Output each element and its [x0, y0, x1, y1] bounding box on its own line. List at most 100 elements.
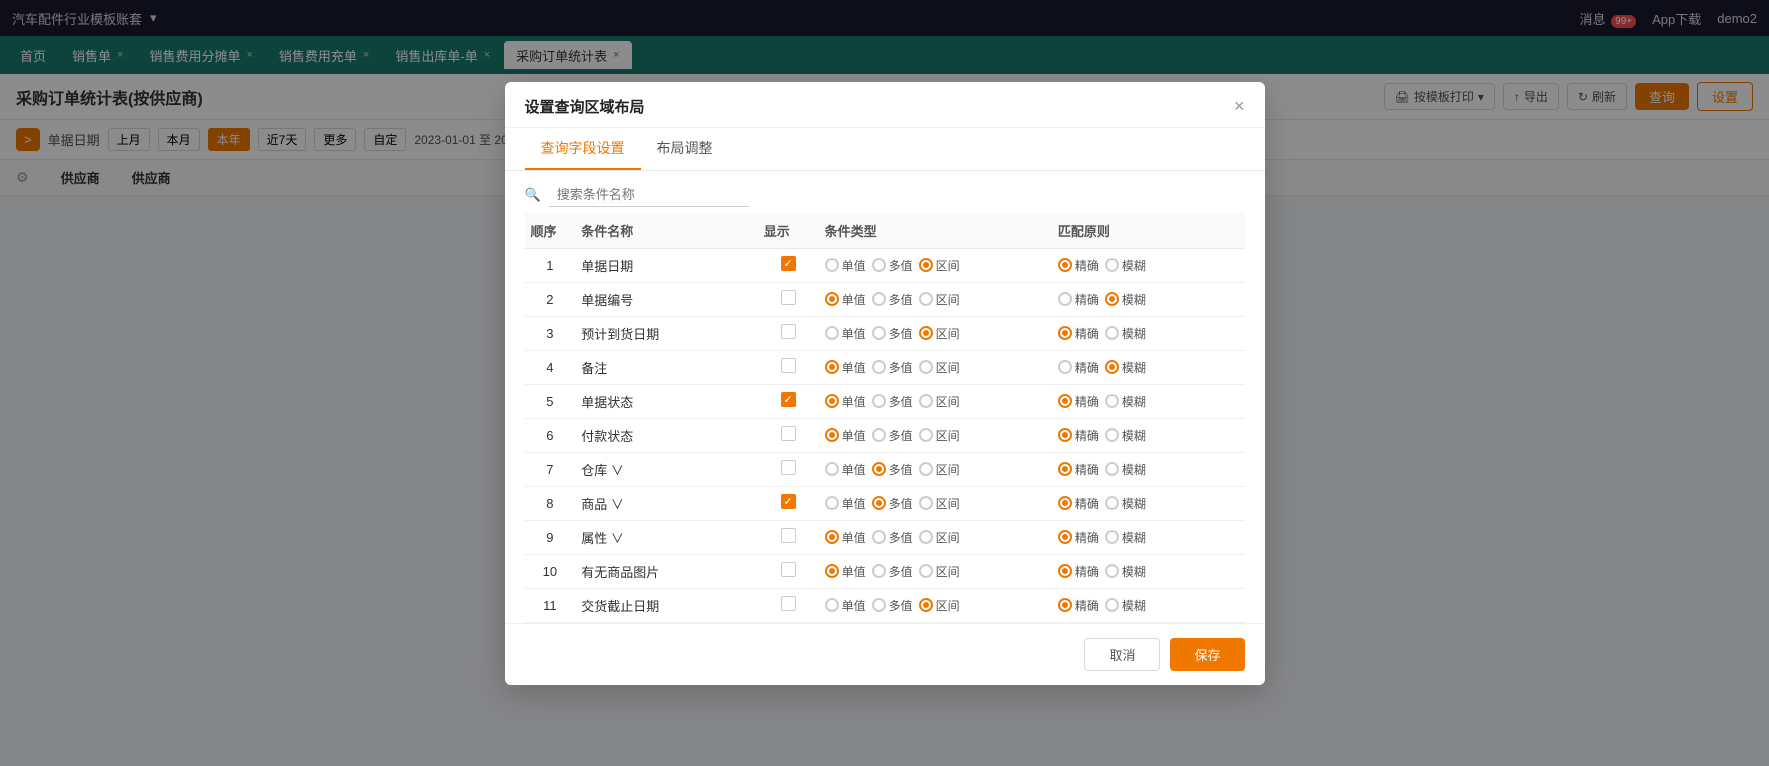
- radio-label-match-模糊-2: 模糊: [1122, 325, 1146, 342]
- row-display-6[interactable]: [758, 453, 819, 482]
- row-display-5[interactable]: [758, 419, 819, 448]
- checkbox-4[interactable]: ✓: [781, 392, 796, 407]
- row-match-10: 精确模糊: [1052, 588, 1245, 622]
- match-option-模糊-5[interactable]: 模糊: [1105, 427, 1146, 444]
- type-option-多值-0[interactable]: 多值: [872, 257, 913, 274]
- col-header-match: 匹配原则: [1052, 213, 1245, 249]
- type-option-单值-4[interactable]: 单值: [825, 393, 866, 410]
- match-option-模糊-9[interactable]: 模糊: [1105, 563, 1146, 580]
- type-option-区间-0[interactable]: 区间: [919, 257, 960, 274]
- type-option-单值-8[interactable]: 单值: [825, 529, 866, 546]
- checkbox-6[interactable]: [781, 460, 796, 475]
- row-display-4[interactable]: ✓: [758, 385, 819, 414]
- type-option-多值-1[interactable]: 多值: [872, 291, 913, 308]
- checkbox-8[interactable]: [781, 528, 796, 543]
- match-option-精确-9[interactable]: 精确: [1058, 563, 1099, 580]
- match-option-模糊-1[interactable]: 模糊: [1105, 291, 1146, 308]
- radio-label-type-单值-10: 单值: [842, 597, 866, 614]
- radio-label-match-模糊-9: 模糊: [1122, 563, 1146, 580]
- match-option-精确-1[interactable]: 精确: [1058, 291, 1099, 308]
- modal-header: 设置查询区域布局 ×: [505, 82, 1265, 128]
- type-option-区间-8[interactable]: 区间: [919, 529, 960, 546]
- checkbox-2[interactable]: [781, 324, 796, 339]
- match-option-模糊-2[interactable]: 模糊: [1105, 325, 1146, 342]
- row-display-2[interactable]: [758, 317, 819, 346]
- row-display-8[interactable]: [758, 521, 819, 550]
- type-option-多值-4[interactable]: 多值: [872, 393, 913, 410]
- match-option-模糊-7[interactable]: 模糊: [1105, 495, 1146, 512]
- type-option-区间-9[interactable]: 区间: [919, 563, 960, 580]
- checkbox-3[interactable]: [781, 358, 796, 373]
- match-option-模糊-6[interactable]: 模糊: [1105, 461, 1146, 478]
- row-name-6: 仓库 ∨: [575, 452, 758, 486]
- checkbox-10[interactable]: [781, 596, 796, 611]
- match-option-精确-10[interactable]: 精确: [1058, 597, 1099, 614]
- checkbox-0[interactable]: ✓: [781, 256, 796, 271]
- type-option-区间-2[interactable]: 区间: [919, 325, 960, 342]
- type-option-多值-8[interactable]: 多值: [872, 529, 913, 546]
- type-option-单值-2[interactable]: 单值: [825, 325, 866, 342]
- type-option-单值-0[interactable]: 单值: [825, 257, 866, 274]
- type-option-多值-7[interactable]: 多值: [872, 495, 913, 512]
- modal-tab-layout[interactable]: 布局调整: [641, 128, 729, 170]
- type-option-单值-1[interactable]: 单值: [825, 291, 866, 308]
- match-option-精确-2[interactable]: 精确: [1058, 325, 1099, 342]
- radio-circle-type-区间-5: [919, 428, 933, 442]
- row-type-9: 单值多值区间: [819, 554, 1052, 588]
- type-option-单值-3[interactable]: 单值: [825, 359, 866, 376]
- type-option-区间-5[interactable]: 区间: [919, 427, 960, 444]
- match-option-模糊-10[interactable]: 模糊: [1105, 597, 1146, 614]
- match-option-模糊-8[interactable]: 模糊: [1105, 529, 1146, 546]
- radio-circle-type-单值-5: [825, 428, 839, 442]
- save-button[interactable]: 保存: [1170, 638, 1244, 671]
- radio-circle-type-单值-2: [825, 326, 839, 340]
- type-option-多值-9[interactable]: 多值: [872, 563, 913, 580]
- row-display-1[interactable]: [758, 283, 819, 312]
- type-option-区间-6[interactable]: 区间: [919, 461, 960, 478]
- type-option-多值-3[interactable]: 多值: [872, 359, 913, 376]
- type-option-单值-9[interactable]: 单值: [825, 563, 866, 580]
- type-option-多值-5[interactable]: 多值: [872, 427, 913, 444]
- type-option-单值-10[interactable]: 单值: [825, 597, 866, 614]
- type-option-多值-6[interactable]: 多值: [872, 461, 913, 478]
- row-display-7[interactable]: ✓: [758, 487, 819, 516]
- modal-close-button[interactable]: ×: [1234, 97, 1245, 115]
- match-option-模糊-4[interactable]: 模糊: [1105, 393, 1146, 410]
- row-display-9[interactable]: [758, 555, 819, 584]
- match-option-精确-4[interactable]: 精确: [1058, 393, 1099, 410]
- checkbox-5[interactable]: [781, 426, 796, 441]
- type-option-区间-10[interactable]: 区间: [919, 597, 960, 614]
- checkbox-9[interactable]: [781, 562, 796, 577]
- type-option-区间-1[interactable]: 区间: [919, 291, 960, 308]
- match-option-精确-7[interactable]: 精确: [1058, 495, 1099, 512]
- radio-label-match-模糊-7: 模糊: [1122, 495, 1146, 512]
- row-display-3[interactable]: [758, 351, 819, 380]
- match-option-精确-8[interactable]: 精确: [1058, 529, 1099, 546]
- match-option-模糊-3[interactable]: 模糊: [1105, 359, 1146, 376]
- row-type-0: 单值多值区间: [819, 248, 1052, 282]
- modal-tab-query-fields[interactable]: 查询字段设置: [525, 128, 641, 170]
- match-option-精确-5[interactable]: 精确: [1058, 427, 1099, 444]
- row-display-0[interactable]: ✓: [758, 249, 819, 278]
- checkbox-7[interactable]: ✓: [781, 494, 796, 509]
- match-option-模糊-0[interactable]: 模糊: [1105, 257, 1146, 274]
- search-input[interactable]: [549, 183, 749, 207]
- row-display-10[interactable]: [758, 589, 819, 618]
- type-option-多值-10[interactable]: 多值: [872, 597, 913, 614]
- type-option-区间-3[interactable]: 区间: [919, 359, 960, 376]
- row-match-0: 精确模糊: [1052, 248, 1245, 282]
- type-option-单值-7[interactable]: 单值: [825, 495, 866, 512]
- type-option-区间-7[interactable]: 区间: [919, 495, 960, 512]
- type-option-单值-6[interactable]: 单值: [825, 461, 866, 478]
- checkbox-1[interactable]: [781, 290, 796, 305]
- radio-label-match-模糊-1: 模糊: [1122, 291, 1146, 308]
- type-option-多值-2[interactable]: 多值: [872, 325, 913, 342]
- row-order-3: 4: [525, 350, 576, 384]
- cancel-button[interactable]: 取消: [1084, 638, 1160, 671]
- match-option-精确-6[interactable]: 精确: [1058, 461, 1099, 478]
- match-option-精确-3[interactable]: 精确: [1058, 359, 1099, 376]
- type-option-区间-4[interactable]: 区间: [919, 393, 960, 410]
- match-option-精确-0[interactable]: 精确: [1058, 257, 1099, 274]
- type-option-单值-5[interactable]: 单值: [825, 427, 866, 444]
- row-name-3: 备注: [575, 350, 758, 384]
